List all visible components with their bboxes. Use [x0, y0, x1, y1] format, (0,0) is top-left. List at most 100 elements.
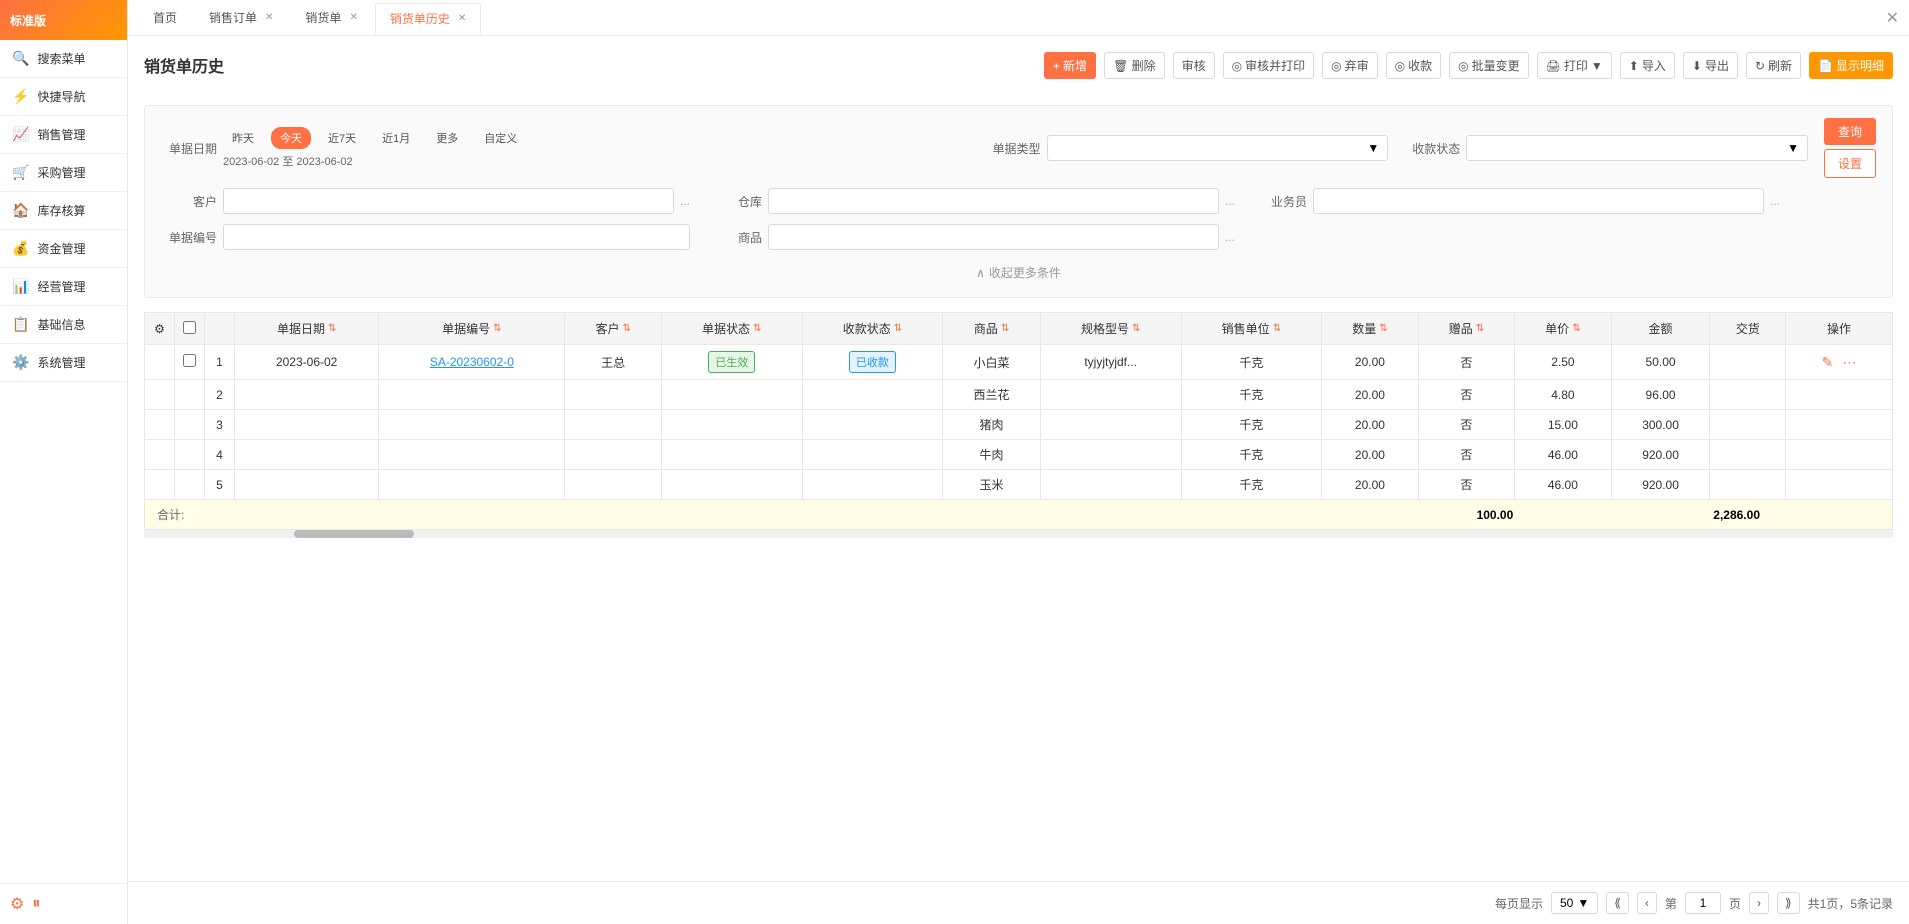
tab-close-all-button[interactable]: ✕ [1886, 8, 1899, 28]
tab-sales-history[interactable]: 销货单历史 ✕ [375, 3, 481, 34]
gift-column-header[interactable]: 赠品 ⇅ [1418, 313, 1514, 345]
row-ops [1785, 470, 1892, 500]
sidebar-item-inventory[interactable]: 🏠 库存核算 [0, 192, 127, 230]
tab-sales-goods-close[interactable]: ✕ [349, 12, 357, 23]
collapse-icon: ∧ [976, 266, 985, 280]
date-chip-1month[interactable]: 近1月 [373, 127, 419, 149]
filter-pay-status-label: 收款状态 [1404, 140, 1460, 157]
collect-button[interactable]: ◎ 收款 [1386, 52, 1442, 79]
more-button[interactable]: ⋯ [1843, 354, 1857, 370]
sidebar-item-search-menu[interactable]: 🔍 搜索菜单 [0, 40, 127, 78]
sidebar-settings-icon[interactable]: ⚙ [10, 894, 24, 914]
batch-change-button[interactable]: ◎ 批量变更 [1449, 52, 1529, 79]
batch-change-icon: ◎ [1458, 59, 1468, 73]
select-all-checkbox[interactable] [183, 321, 196, 334]
abandon-button[interactable]: ◎ 弃审 [1322, 52, 1378, 79]
sidebar-item-basic-info[interactable]: 📋 基础信息 [0, 306, 127, 344]
refresh-icon: ↻ [1755, 59, 1765, 73]
sidebar: 标准版 🔍 搜索菜单 ⚡ 快捷导航 📈 销售管理 🛒 采购管理 🏠 库存核算 💰… [0, 0, 128, 924]
filter-salesman-input[interactable] [1313, 188, 1764, 214]
next-page-button[interactable]: › [1749, 892, 1769, 914]
print-button[interactable]: 🖨 打印 ▼ [1537, 52, 1612, 79]
filter-goods-dots[interactable]: ... [1225, 230, 1235, 244]
row-date [235, 380, 379, 410]
date-chip-yesterday[interactable]: 昨天 [223, 127, 263, 149]
refresh-button[interactable]: ↻ 刷新 [1746, 52, 1801, 79]
row-docno[interactable]: SA-20230602-0 [379, 345, 565, 380]
row-no: 5 [205, 470, 235, 500]
checkbox-column-header[interactable] [175, 313, 205, 345]
filter-customer-input[interactable] [223, 188, 674, 214]
date-column-header[interactable]: 单据日期 ⇅ [235, 313, 379, 345]
customer-column-header[interactable]: 客户 ⇅ [565, 313, 661, 345]
abandon-icon: ◎ [1331, 59, 1341, 73]
settings-button[interactable]: 设置 [1824, 149, 1876, 178]
row-checkbox[interactable] [175, 345, 205, 380]
filter-customer-dots[interactable]: ... [680, 194, 690, 208]
filter-doc-type-label: 单据类型 [985, 140, 1041, 157]
query-button[interactable]: 查询 [1824, 118, 1876, 145]
sidebar-item-purchase-mgmt[interactable]: 🛒 采购管理 [0, 154, 127, 192]
tab-home[interactable]: 首页 [138, 2, 192, 33]
docstatus-column-header[interactable]: 单据状态 ⇅ [661, 313, 802, 345]
sidebar-toggle-icon[interactable]: ⏸ [32, 895, 40, 913]
delete-button[interactable]: 🗑 删除 [1104, 52, 1165, 79]
tab-sales-order[interactable]: 销售订单 ✕ [194, 2, 288, 33]
page-title: 销货单历史 [144, 53, 224, 77]
last-page-button[interactable]: ⟫ [1777, 892, 1800, 914]
spec-column-header[interactable]: 规格型号 ⇅ [1040, 313, 1181, 345]
row-customer [565, 380, 661, 410]
row-date [235, 470, 379, 500]
sales-mgmt-icon: 📈 [12, 126, 29, 143]
filter-doc-no: 单据编号 [161, 224, 690, 250]
unitprice-column-header[interactable]: 单价 ⇅ [1515, 313, 1611, 345]
tab-sales-goods[interactable]: 销货单 ✕ [290, 2, 372, 33]
sidebar-item-operation[interactable]: 📊 经营管理 [0, 268, 127, 306]
page-number-input[interactable] [1685, 892, 1721, 914]
edit-button[interactable]: ✎ [1821, 354, 1833, 370]
date-chip-more[interactable]: 更多 [427, 127, 467, 149]
filter-goods-input[interactable] [768, 224, 1219, 250]
sidebar-item-sales-mgmt[interactable]: 📈 销售管理 [0, 116, 127, 154]
per-page-select[interactable]: 50 ▼ [1551, 892, 1598, 914]
import-button[interactable]: ⬆ 导入 [1620, 52, 1675, 79]
quick-nav-icon: ⚡ [12, 88, 29, 105]
date-sort-icon: ⇅ [328, 323, 336, 334]
row-qty: 20.00 [1322, 345, 1418, 380]
scrollbar-thumb[interactable] [294, 530, 414, 538]
collapse-button[interactable]: ∧ 收起更多条件 [161, 260, 1876, 285]
filter-pay-status-select[interactable]: ▼ [1466, 135, 1808, 161]
purchase-mgmt-icon: 🛒 [12, 164, 29, 181]
gear-column-header[interactable]: ⚙ [145, 313, 175, 345]
horizontal-scrollbar[interactable] [144, 530, 1893, 538]
filter-warehouse-input[interactable] [768, 188, 1219, 214]
sidebar-item-quick-nav[interactable]: ⚡ 快捷导航 [0, 78, 127, 116]
docno-column-header[interactable]: 单据编号 ⇅ [379, 313, 565, 345]
filter-salesman-dots[interactable]: ... [1770, 194, 1780, 208]
new-button[interactable]: + 新增 [1044, 52, 1096, 79]
audit-print-button[interactable]: ◎ 审核并打印 [1223, 52, 1315, 79]
date-chip-custom[interactable]: 自定义 [475, 127, 526, 149]
row-select-checkbox[interactable] [183, 354, 196, 367]
tab-sales-history-close[interactable]: ✕ [458, 13, 466, 24]
qty-column-header[interactable]: 数量 ⇅ [1322, 313, 1418, 345]
filter-row-3: 单据编号 商品 ... [161, 224, 1876, 250]
audit-button[interactable]: 审核 [1173, 52, 1215, 79]
prev-page-button[interactable]: ‹ [1637, 892, 1657, 914]
sidebar-brand: 标准版 [0, 0, 127, 40]
tab-sales-order-close[interactable]: ✕ [265, 12, 273, 23]
sidebar-item-finance[interactable]: 💰 资金管理 [0, 230, 127, 268]
sidebar-item-sys-mgmt[interactable]: ⚙️ 系统管理 [0, 344, 127, 382]
filter-warehouse-dots[interactable]: ... [1225, 194, 1235, 208]
filter-doc-type-select[interactable]: ▼ [1047, 135, 1389, 161]
row-no: 2 [205, 380, 235, 410]
date-chip-7days[interactable]: 近7天 [319, 127, 365, 149]
filter-doc-no-input[interactable] [223, 224, 690, 250]
salesunit-column-header[interactable]: 销售单位 ⇅ [1181, 313, 1322, 345]
export-button[interactable]: ⬇ 导出 [1683, 52, 1738, 79]
date-chip-today[interactable]: 今天 [271, 127, 311, 149]
goods-column-header[interactable]: 商品 ⇅ [943, 313, 1041, 345]
paystatus-column-header[interactable]: 收款状态 ⇅ [802, 313, 943, 345]
show-detail-button[interactable]: 📄 显示明细 [1809, 52, 1893, 79]
first-page-button[interactable]: ⟪ [1606, 892, 1629, 914]
